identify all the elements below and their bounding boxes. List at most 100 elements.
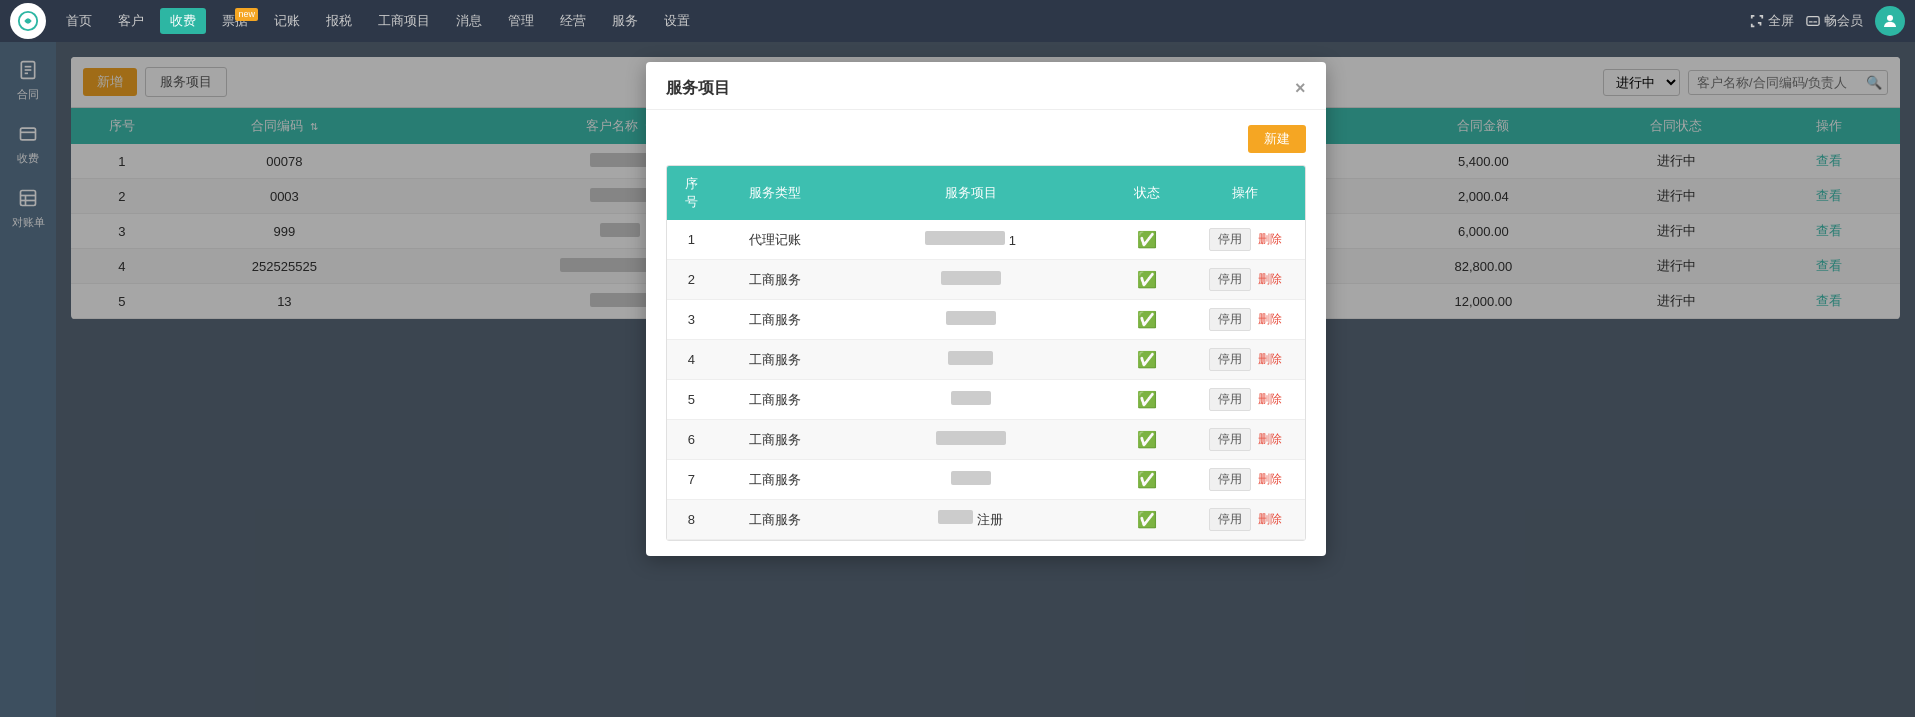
nav-service[interactable]: 服务 bbox=[602, 8, 648, 34]
mcell-status: ✅ bbox=[1108, 260, 1187, 300]
mcell-type: 工商服务 bbox=[716, 380, 833, 420]
service-items-table: 序号 服务类型 服务项目 状态 操作 1 代理记账 bbox=[667, 166, 1305, 540]
nav-tax[interactable]: 报税 bbox=[316, 8, 362, 34]
sidebar-item-reconcile[interactable]: 对账单 bbox=[3, 180, 53, 238]
nav-home[interactable]: 首页 bbox=[56, 8, 102, 34]
modal-close-button[interactable]: × bbox=[1295, 78, 1306, 99]
user-avatar[interactable] bbox=[1875, 6, 1905, 36]
status-check-icon: ✅ bbox=[1137, 511, 1157, 528]
nav-billing[interactable]: 收费 bbox=[160, 8, 206, 34]
mcell-status: ✅ bbox=[1108, 220, 1187, 260]
stop-button[interactable]: 停用 bbox=[1209, 468, 1251, 491]
top-nav: 首页 客户 收费 票据 new 记账 报税 工商项目 消息 管理 经营 服务 设… bbox=[0, 0, 1915, 42]
mcell-seq: 8 bbox=[667, 500, 717, 540]
top-nav-right: 全屏 畅会员 bbox=[1750, 6, 1905, 36]
modal-table-row: 2 工商服务 ✅ 停用 删除 bbox=[667, 260, 1305, 300]
nav-bizproject[interactable]: 工商项目 bbox=[368, 8, 440, 34]
nav-customer[interactable]: 客户 bbox=[108, 8, 154, 34]
mcell-item bbox=[833, 380, 1107, 420]
mcell-action: 停用 删除 bbox=[1186, 460, 1304, 500]
modal-table-row: 5 工商服务 ✅ 停用 删除 bbox=[667, 380, 1305, 420]
nav-message[interactable]: 消息 bbox=[446, 8, 492, 34]
mth-item: 服务项目 bbox=[833, 166, 1107, 220]
fullscreen-label: 全屏 bbox=[1768, 12, 1794, 30]
mcell-type: 工商服务 bbox=[716, 460, 833, 500]
svg-rect-7 bbox=[21, 128, 36, 140]
modal-table-row: 7 工商服务 ✅ 停用 删除 bbox=[667, 460, 1305, 500]
mcell-action: 停用 删除 bbox=[1186, 260, 1304, 300]
sidebar-item-contract[interactable]: 合同 bbox=[3, 52, 53, 110]
modal-body: 新建 序号 服务类型 服务项目 状态 操作 bbox=[646, 110, 1326, 556]
delete-button[interactable]: 删除 bbox=[1258, 471, 1282, 488]
svg-point-2 bbox=[1887, 15, 1893, 21]
delete-button[interactable]: 删除 bbox=[1258, 311, 1282, 328]
mcell-action: 停用 删除 bbox=[1186, 220, 1304, 260]
mth-seq: 序号 bbox=[667, 166, 717, 220]
reconcile-icon bbox=[18, 188, 38, 213]
sidebar-label-billing: 收费 bbox=[17, 151, 39, 166]
mcell-seq: 3 bbox=[667, 300, 717, 340]
mcell-status: ✅ bbox=[1108, 380, 1187, 420]
modal-overlay: 服务项目 × 新建 序号 服务类型 服务项目 bbox=[56, 42, 1915, 717]
modal-title: 服务项目 bbox=[666, 78, 730, 99]
badge-new: new bbox=[235, 8, 258, 21]
modal-table-row: 4 工商服务 ✅ 停用 删除 bbox=[667, 340, 1305, 380]
mth-status: 状态 bbox=[1108, 166, 1187, 220]
mth-type: 服务类型 bbox=[716, 166, 833, 220]
modal-table-row: 6 工商服务 ✅ 停用 删除 bbox=[667, 420, 1305, 460]
delete-button[interactable]: 删除 bbox=[1258, 391, 1282, 408]
mcell-item bbox=[833, 460, 1107, 500]
mcell-status: ✅ bbox=[1108, 420, 1187, 460]
nav-manage[interactable]: 管理 bbox=[498, 8, 544, 34]
modal-new-button[interactable]: 新建 bbox=[1248, 125, 1306, 153]
stop-button[interactable]: 停用 bbox=[1209, 428, 1251, 451]
nav-business[interactable]: 经营 bbox=[550, 8, 596, 34]
modal-table-row: 1 代理记账 1 ✅ 停用 删除 bbox=[667, 220, 1305, 260]
mth-action: 操作 bbox=[1186, 166, 1304, 220]
delete-button[interactable]: 删除 bbox=[1258, 231, 1282, 248]
sidebar: 合同 收费 对账单 bbox=[0, 42, 56, 717]
mcell-item bbox=[833, 340, 1107, 380]
mcell-action: 停用 删除 bbox=[1186, 500, 1304, 540]
stop-button[interactable]: 停用 bbox=[1209, 308, 1251, 331]
stop-button[interactable]: 停用 bbox=[1209, 268, 1251, 291]
stop-button[interactable]: 停用 bbox=[1209, 348, 1251, 371]
mcell-item bbox=[833, 260, 1107, 300]
mcell-type: 工商服务 bbox=[716, 340, 833, 380]
mcell-action: 停用 删除 bbox=[1186, 300, 1304, 340]
contract-icon bbox=[18, 60, 38, 85]
modal-table-row: 8 工商服务 注册 ✅ 停用 删除 bbox=[667, 500, 1305, 540]
stop-button[interactable]: 停用 bbox=[1209, 228, 1251, 251]
status-check-icon: ✅ bbox=[1137, 231, 1157, 248]
svg-rect-1 bbox=[1807, 17, 1819, 26]
modal-table-wrapper[interactable]: 序号 服务类型 服务项目 状态 操作 1 代理记账 bbox=[666, 165, 1306, 541]
delete-button[interactable]: 删除 bbox=[1258, 511, 1282, 528]
sidebar-item-billing[interactable]: 收费 bbox=[3, 116, 53, 174]
status-check-icon: ✅ bbox=[1137, 271, 1157, 288]
stop-button[interactable]: 停用 bbox=[1209, 508, 1251, 531]
mcell-type: 工商服务 bbox=[716, 420, 833, 460]
status-check-icon: ✅ bbox=[1137, 391, 1157, 408]
mcell-seq: 1 bbox=[667, 220, 717, 260]
svg-rect-9 bbox=[21, 191, 36, 206]
delete-button[interactable]: 删除 bbox=[1258, 271, 1282, 288]
mcell-status: ✅ bbox=[1108, 500, 1187, 540]
delete-button[interactable]: 删除 bbox=[1258, 351, 1282, 368]
nav-bookkeeping[interactable]: 记账 bbox=[264, 8, 310, 34]
nav-invoice[interactable]: 票据 new bbox=[212, 8, 258, 34]
delete-button[interactable]: 删除 bbox=[1258, 431, 1282, 448]
status-check-icon: ✅ bbox=[1137, 351, 1157, 368]
stop-button[interactable]: 停用 bbox=[1209, 388, 1251, 411]
mcell-item bbox=[833, 300, 1107, 340]
mcell-seq: 4 bbox=[667, 340, 717, 380]
mcell-item bbox=[833, 420, 1107, 460]
member-button[interactable]: 畅会员 bbox=[1806, 12, 1863, 30]
content-area: 新增 服务项目 进行中 已完成 已终止 🔍 bbox=[56, 42, 1915, 717]
fullscreen-button[interactable]: 全屏 bbox=[1750, 12, 1794, 30]
modal-toolbar: 新建 bbox=[666, 125, 1306, 153]
sidebar-label-reconcile: 对账单 bbox=[12, 215, 45, 230]
mcell-seq: 2 bbox=[667, 260, 717, 300]
mcell-type: 工商服务 bbox=[716, 300, 833, 340]
mcell-seq: 5 bbox=[667, 380, 717, 420]
nav-settings[interactable]: 设置 bbox=[654, 8, 700, 34]
